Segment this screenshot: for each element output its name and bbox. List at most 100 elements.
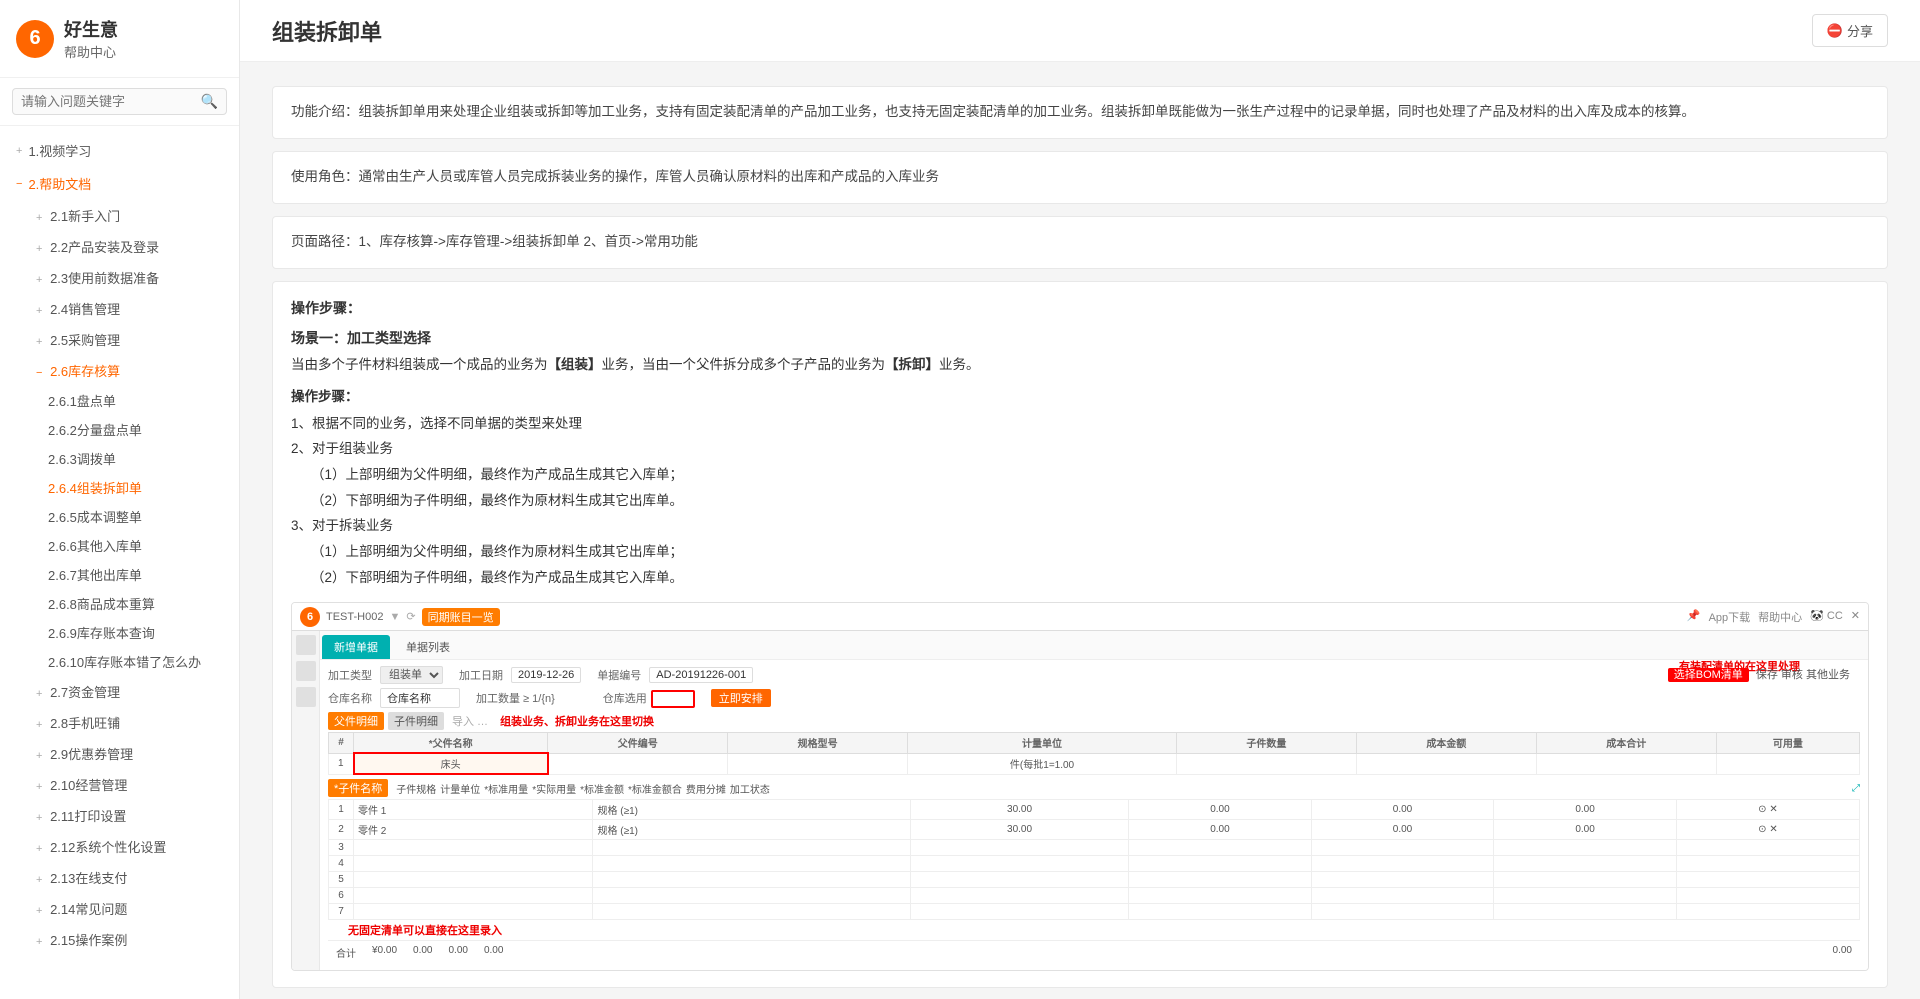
expand-icon-pay: + <box>36 874 42 886</box>
mock-child-total2: 0.00 <box>1494 820 1677 840</box>
mock-logo-icon: 6 <box>300 607 320 627</box>
mock-topbar: 6 TEST-H002 ▼ ⟳ 同期账目一览 📌 App下载 帮助中心 🐼 CC… <box>292 603 1868 631</box>
sidebar-item-data[interactable]: + 2.3使用前数据准备 <box>0 262 239 293</box>
mock-type-select[interactable]: 组装单 <box>380 666 443 684</box>
sidebar-item-inv5[interactable]: 2.6.5成本调整单 <box>0 502 239 531</box>
sidebar-item-sales[interactable]: + 2.4销售管理 <box>0 293 239 324</box>
mock-form-row2: 仓库名称 仓库名称 加工数量 ≥ 1/{n} 仓库选用 立即安排 <box>328 688 1860 708</box>
sidebar-item-mobile[interactable]: + 2.8手机旺铺 <box>0 707 239 738</box>
mock-child-ops3 <box>1676 840 1859 856</box>
mock-tab-bar: 新增单据 单据列表 <box>320 631 1868 660</box>
sidebar-item-docs[interactable]: − 2.帮助文档 <box>0 167 239 200</box>
sidebar-item-inv8[interactable]: 2.6.8商品成本重算 <box>0 589 239 618</box>
mock-child-qty2: 30.00 <box>910 820 1128 840</box>
mock-child-actual6 <box>1129 888 1312 904</box>
mock-toggle-area: 父件明细 子件明细 导入 … 组装业务、拆卸业务在这里切换 <box>328 712 1860 730</box>
expand-icon-cases: + <box>36 936 42 948</box>
mock-label-date: 加工日期 <box>459 667 503 683</box>
mock-th-cost: 成本金额 <box>1356 733 1536 754</box>
sidebar-item-inv10[interactable]: 2.6.10库存账本错了怎么办 <box>0 647 239 676</box>
mock-child-spec6 <box>593 888 910 904</box>
sidebar-item-new[interactable]: + 2.1新手入门 <box>0 200 239 231</box>
mock-cell-cost1 <box>1356 753 1536 774</box>
mock-th-parent-code: 父件编号 <box>548 733 728 754</box>
mock-app-id: TEST-H002 <box>326 611 383 623</box>
mock-child-actual3 <box>1129 840 1312 856</box>
mock-child-label: 子件明细 <box>388 712 444 730</box>
sidebar-item-coupon[interactable]: + 2.9优惠券管理 <box>0 738 239 769</box>
mock-th-spec: 规格型号 <box>728 733 908 754</box>
sidebar-item-label-video: 1.视频学习 <box>28 141 91 160</box>
mock-child-total5 <box>1494 872 1677 888</box>
mock-child-name1: 零件 1 <box>354 800 593 820</box>
mock-child-col-5: *实际用量 <box>532 781 576 796</box>
search-icon[interactable]: 🔍 <box>201 93 218 110</box>
sidebar-item-video[interactable]: + 1.视频学习 <box>0 134 239 167</box>
mock-cell-goods1: 床头 <box>354 753 548 774</box>
mock-child-name3 <box>354 840 593 856</box>
brand-name: 好生意 <box>64 16 118 42</box>
function-intro-block: 功能介绍：组装拆卸单用来处理企业组装或拆卸等加工业务，支持有固定装配清单的产品加… <box>272 86 1888 139</box>
mock-form-area: 加工类型 组装单 加工日期 2019-12-26 单据编号 AD-2019122… <box>320 660 1868 970</box>
mock-icon-pin: 📌 <box>1687 609 1701 625</box>
sidebar-item-print[interactable]: + 2.11打印设置 <box>0 800 239 831</box>
sidebar-item-faq[interactable]: + 2.14常见问题 <box>0 893 239 924</box>
step-3-1: （1）上部明细为父件明细，最终作为原材料生成其它出库单； <box>291 539 1869 565</box>
sidebar-item-inventory[interactable]: − 2.6库存核算 <box>0 355 239 386</box>
nav-section-docs: − 2.帮助文档 + 2.1新手入门 + 2.2产品安装及登录 + 2.3使用前… <box>0 167 239 955</box>
mock-child-total6 <box>1494 888 1677 904</box>
mock-child-col-7: *标准金额合 <box>628 781 682 796</box>
mock-child-actual2: 0.00 <box>1129 820 1312 840</box>
mock-child-col-8: 费用分摊 <box>686 781 726 796</box>
sidebar-item-inv2[interactable]: 2.6.2分量盘点单 <box>0 415 239 444</box>
mock-tab-active: 新增单据 <box>322 635 390 659</box>
mock-warehouse-input <box>651 690 695 708</box>
mock-child-qty1: 30.00 <box>910 800 1128 820</box>
mock-child-name5 <box>354 872 593 888</box>
sidebar-item-purchase[interactable]: + 2.5采购管理 <box>0 324 239 355</box>
share-button[interactable]: ⛔ 分享 <box>1812 14 1888 47</box>
sidebar-item-custom[interactable]: + 2.12系统个性化设置 <box>0 831 239 862</box>
sidebar-item-install[interactable]: + 2.2产品安装及登录 <box>0 231 239 262</box>
mock-label-qty: 加工数量 ≥ 1/{n} <box>476 690 555 706</box>
scene1-block: 场景一：加工类型选择 当由多个子件材料组装成一个成品的业务为【组装】业务，当由一… <box>291 328 1869 590</box>
sidebar-item-cases[interactable]: + 2.15操作案例 <box>0 924 239 955</box>
sidebar-item-pay[interactable]: + 2.13在线支付 <box>0 862 239 893</box>
sidebar-item-inv4[interactable]: 2.6.4组装拆卸单 <box>0 473 239 502</box>
mock-child-qty5 <box>910 872 1128 888</box>
sidebar-item-ops[interactable]: + 2.10经营管理 <box>0 769 239 800</box>
mock-child-std2: 0.00 <box>1311 820 1494 840</box>
step-3-2: （2）下部明细为子件明细，最终作为产成品生成其它入库单。 <box>291 565 1869 591</box>
sidebar-item-finance[interactable]: + 2.7资金管理 <box>0 676 239 707</box>
expand-icon-data: + <box>36 274 42 286</box>
logo-area: 6 好生意 帮助中心 <box>0 0 239 78</box>
sidebar-item-inv6[interactable]: 2.6.6其他入库单 <box>0 531 239 560</box>
nav-section-video: + 1.视频学习 <box>0 134 239 167</box>
mock-nav-icon-2 <box>296 661 316 681</box>
role-desc-text: 使用角色：通常由生产人员或库管人员完成拆装业务的操作，库管人员确认原材料的出库和… <box>291 169 939 184</box>
expand-icon-print: + <box>36 812 42 824</box>
expand-icon-video: + <box>16 145 22 157</box>
sidebar-item-inv1[interactable]: 2.6.1盘点单 <box>0 386 239 415</box>
sidebar-item-inv9[interactable]: 2.6.9库存账本查询 <box>0 618 239 647</box>
scene1-steps-list: 1、根据不同的业务，选择不同单据的类型来处理 2、对于组装业务 （1）上部明细为… <box>291 411 1869 590</box>
mock-label-type: 加工类型 <box>328 667 372 683</box>
content-area: 功能介绍：组装拆卸单用来处理企业组装或拆卸等加工业务，支持有固定装配清单的产品加… <box>240 62 1920 999</box>
keyword-disassembly: 【拆卸】 <box>885 357 939 372</box>
mock-child-row-5: 5 <box>329 872 1860 888</box>
mock-child-ops1: ⊙ ✕ <box>1676 800 1859 820</box>
mock-sync-icon: ⟳ <box>406 610 415 623</box>
mock-child-seq7: 7 <box>329 904 354 920</box>
mock-footer-total3: 0.00 <box>449 945 468 960</box>
search-input[interactable] <box>21 94 201 109</box>
mock-parent-section-header: 父件明细 子件明细 导入 … 组装业务、拆卸业务在这里切换 <box>328 712 1860 730</box>
mock-child-actual1: 0.00 <box>1129 800 1312 820</box>
search-box[interactable]: 🔍 <box>12 88 227 115</box>
sidebar-item-inv3[interactable]: 2.6.3调拨单 <box>0 444 239 473</box>
sidebar-item-inv7[interactable]: 2.6.7其他出库单 <box>0 560 239 589</box>
screenshot-container: 6 TEST-H002 ▼ ⟳ 同期账目一览 📌 App下载 帮助中心 🐼 CC… <box>291 602 1869 971</box>
role-desc-block: 使用角色：通常由生产人员或库管人员完成拆装业务的操作，库管人员确认原材料的出库和… <box>272 151 1888 204</box>
expand-icon-ops: + <box>36 781 42 793</box>
mock-child-ops7 <box>1676 904 1859 920</box>
annotation-no-bom: 无固定清单可以直接在这里录入 <box>348 922 1860 938</box>
